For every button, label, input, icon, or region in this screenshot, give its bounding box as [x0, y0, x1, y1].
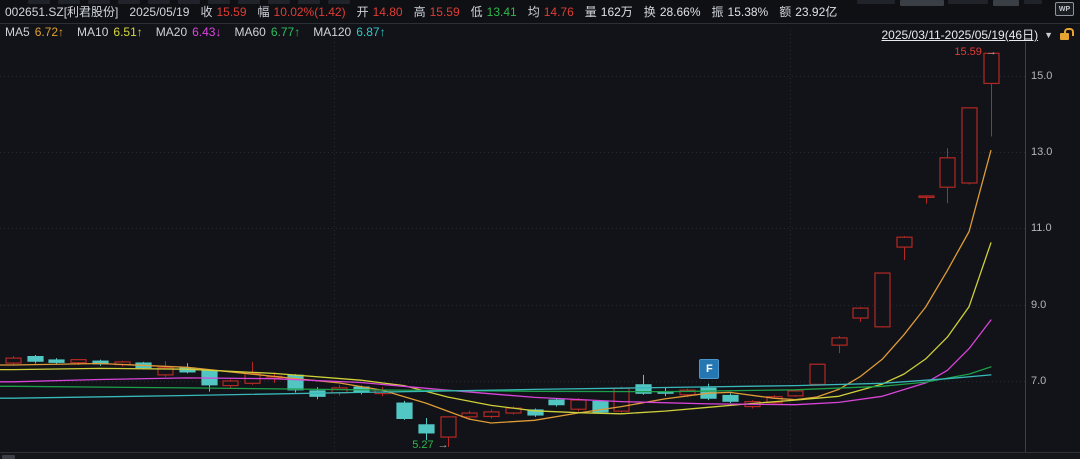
y-axis-label: 9.0 — [1031, 298, 1047, 311]
toolbar-remnant — [900, 0, 944, 6]
toolbar-remnant — [857, 0, 895, 4]
ma-legend-item: MA120 6.87↑ — [313, 25, 386, 39]
ma-legend-item: MA60 6.77↑ — [234, 25, 301, 39]
right-arrow-icon: → — [437, 438, 449, 451]
ma-legend-item: MA5 6.72↑ — [5, 25, 65, 39]
quote-field: 收 15.59 — [200, 5, 247, 19]
high-price-label: 15.59 → — [954, 46, 997, 59]
toolbar-remnant — [298, 0, 320, 4]
toolbar-remnant — [58, 0, 80, 4]
quote-field: 高 15.59 — [413, 5, 460, 19]
toolbar-remnant — [178, 0, 200, 4]
wp-monitor-icon[interactable]: WP — [1055, 2, 1074, 16]
date-range-label: 2025/03/11-2025/05/19(46日) — [881, 28, 1039, 42]
quote-header-content: 002651.SZ[利君股份] 2025/05/19 收 15.59 幅 10.02%… — [5, 6, 837, 19]
y-axis-label: 7.0 — [1031, 375, 1047, 387]
event-marker-f[interactable]: F — [699, 359, 720, 379]
ma-legend-item: MA20 6.43↓ — [155, 25, 222, 39]
quote-field: 量 162万 — [584, 5, 633, 19]
toolbar-remnant — [268, 0, 290, 4]
toolbar-remnant — [88, 0, 110, 4]
quote-date: 2025/05/19 — [129, 5, 190, 19]
scrollbar-handle[interactable] — [2, 455, 15, 459]
toolbar-remnant — [238, 0, 260, 4]
chevron-down-icon: ▼ — [1044, 29, 1053, 40]
y-axis-label: 11.0 — [1031, 222, 1052, 235]
unlock-icon[interactable] — [1059, 28, 1074, 41]
y-axis-label: 15.0 — [1031, 69, 1053, 82]
toolbar-remnant — [328, 0, 350, 4]
quote-field: 低 13.41 — [470, 5, 517, 19]
ma-legend-item: MA10 6.51↑ — [77, 25, 143, 39]
bottom-scrollbar-strip — [0, 452, 1080, 459]
kline-chart[interactable] — [0, 0, 1080, 459]
quote-fields: 收 15.59 幅 10.02%(1.42) 开 14.80 高 15.59 低 13.41 均 14… — [200, 6, 837, 19]
toolbar-remnant — [148, 0, 170, 4]
stock-symbol: 002651.SZ[利君股份] — [5, 5, 119, 19]
toolbar-remnant — [118, 0, 140, 4]
quote-field: 振 15.38% — [711, 5, 769, 19]
quote-field: 换 28.66% — [643, 5, 701, 19]
toolbar-remnant — [1024, 0, 1042, 4]
quote-field: 开 14.80 — [356, 5, 403, 19]
toolbar-remnant — [993, 0, 1019, 6]
quote-field: 额 23.92亿 — [779, 5, 838, 19]
y-axis-label: 13.0 — [1031, 146, 1053, 159]
stock-chart-window: 002651.SZ[利君股份] 2025/05/19 收 15.59 幅 10.02%… — [0, 0, 1080, 459]
toolbar-remnant — [208, 0, 230, 4]
toolbar-remnant — [948, 0, 988, 4]
quote-field: 均 14.76 — [527, 5, 574, 19]
date-range-selector[interactable]: 2025/03/11-2025/05/19(46日) ▼ — [881, 26, 1074, 43]
quote-field: 幅 10.02%(1.42) — [257, 5, 346, 19]
ma-legend-row: MA5 6.72↑ MA10 6.51↑ MA20 6.43↓ MA60 6.77↑ MA120… — [5, 26, 386, 39]
right-arrow-icon: → — [985, 46, 997, 59]
low-price-label: 5.27 → — [412, 438, 449, 451]
toolbar-remnant — [28, 0, 50, 4]
